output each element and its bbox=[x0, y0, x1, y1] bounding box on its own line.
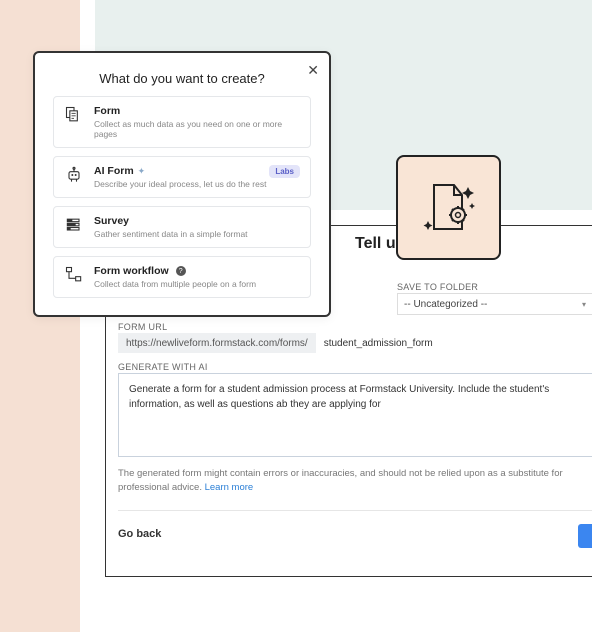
option-desc: Describe your ideal process, let us do t… bbox=[94, 179, 266, 189]
option-ai-form[interactable]: AI Form ✦ Describe your ideal process, l… bbox=[53, 156, 311, 198]
close-icon[interactable]: ✕ bbox=[307, 63, 319, 77]
divider bbox=[118, 510, 592, 511]
url-prefix: https://newliveform.formstack.com/forms/ bbox=[118, 333, 316, 353]
form-icon bbox=[64, 105, 84, 125]
labs-badge: Labs bbox=[269, 165, 300, 178]
url-name-input[interactable]: student_admission_form bbox=[316, 333, 441, 353]
go-back-button[interactable]: Go back bbox=[118, 528, 161, 540]
learn-more-link[interactable]: Learn more bbox=[205, 482, 254, 493]
option-survey[interactable]: Survey Gather sentiment data in a simple… bbox=[53, 206, 311, 248]
hero-illustration bbox=[396, 155, 501, 260]
survey-icon bbox=[64, 215, 84, 235]
option-desc: Gather sentiment data in a simple format bbox=[94, 229, 248, 239]
workflow-icon bbox=[64, 265, 84, 285]
option-desc: Collect data from multiple people on a f… bbox=[94, 279, 256, 289]
save-folder-label: SAVE TO FOLDER bbox=[397, 282, 478, 292]
modal-options: Form Collect as much data as you need on… bbox=[35, 86, 329, 298]
help-icon[interactable]: ? bbox=[176, 266, 186, 276]
folder-select-value: -- Uncategorized -- bbox=[404, 299, 487, 310]
modal-title: What do you want to create? bbox=[35, 71, 329, 86]
disclaimer-text: The generated form might contain errors … bbox=[118, 467, 592, 495]
robot-icon bbox=[64, 165, 84, 185]
option-title: Form workflow bbox=[94, 265, 169, 277]
generate-ai-textarea[interactable]: Generate a form for a student admission … bbox=[118, 373, 592, 457]
primary-button[interactable] bbox=[578, 524, 592, 548]
sparkle-icon: ✦ bbox=[138, 166, 146, 177]
option-title: Survey bbox=[94, 215, 129, 227]
generate-ai-label: GENERATE WITH AI bbox=[118, 362, 208, 372]
folder-select[interactable]: -- Uncategorized -- ▾ bbox=[397, 293, 592, 315]
disclaimer-body: The generated form might contain errors … bbox=[118, 468, 563, 493]
option-title: AI Form bbox=[94, 165, 134, 177]
form-url-label: FORM URL bbox=[118, 322, 167, 332]
create-modal: ✕ What do you want to create? Form Colle… bbox=[33, 51, 331, 317]
option-desc: Collect as much data as you need on one … bbox=[94, 119, 300, 139]
chevron-down-icon: ▾ bbox=[582, 300, 586, 309]
option-title: Form bbox=[94, 105, 120, 117]
option-form-workflow[interactable]: Form workflow ? Collect data from multip… bbox=[53, 256, 311, 298]
option-form[interactable]: Form Collect as much data as you need on… bbox=[53, 96, 311, 148]
document-gear-icon bbox=[414, 173, 484, 243]
form-url-row: https://newliveform.formstack.com/forms/… bbox=[118, 333, 592, 353]
